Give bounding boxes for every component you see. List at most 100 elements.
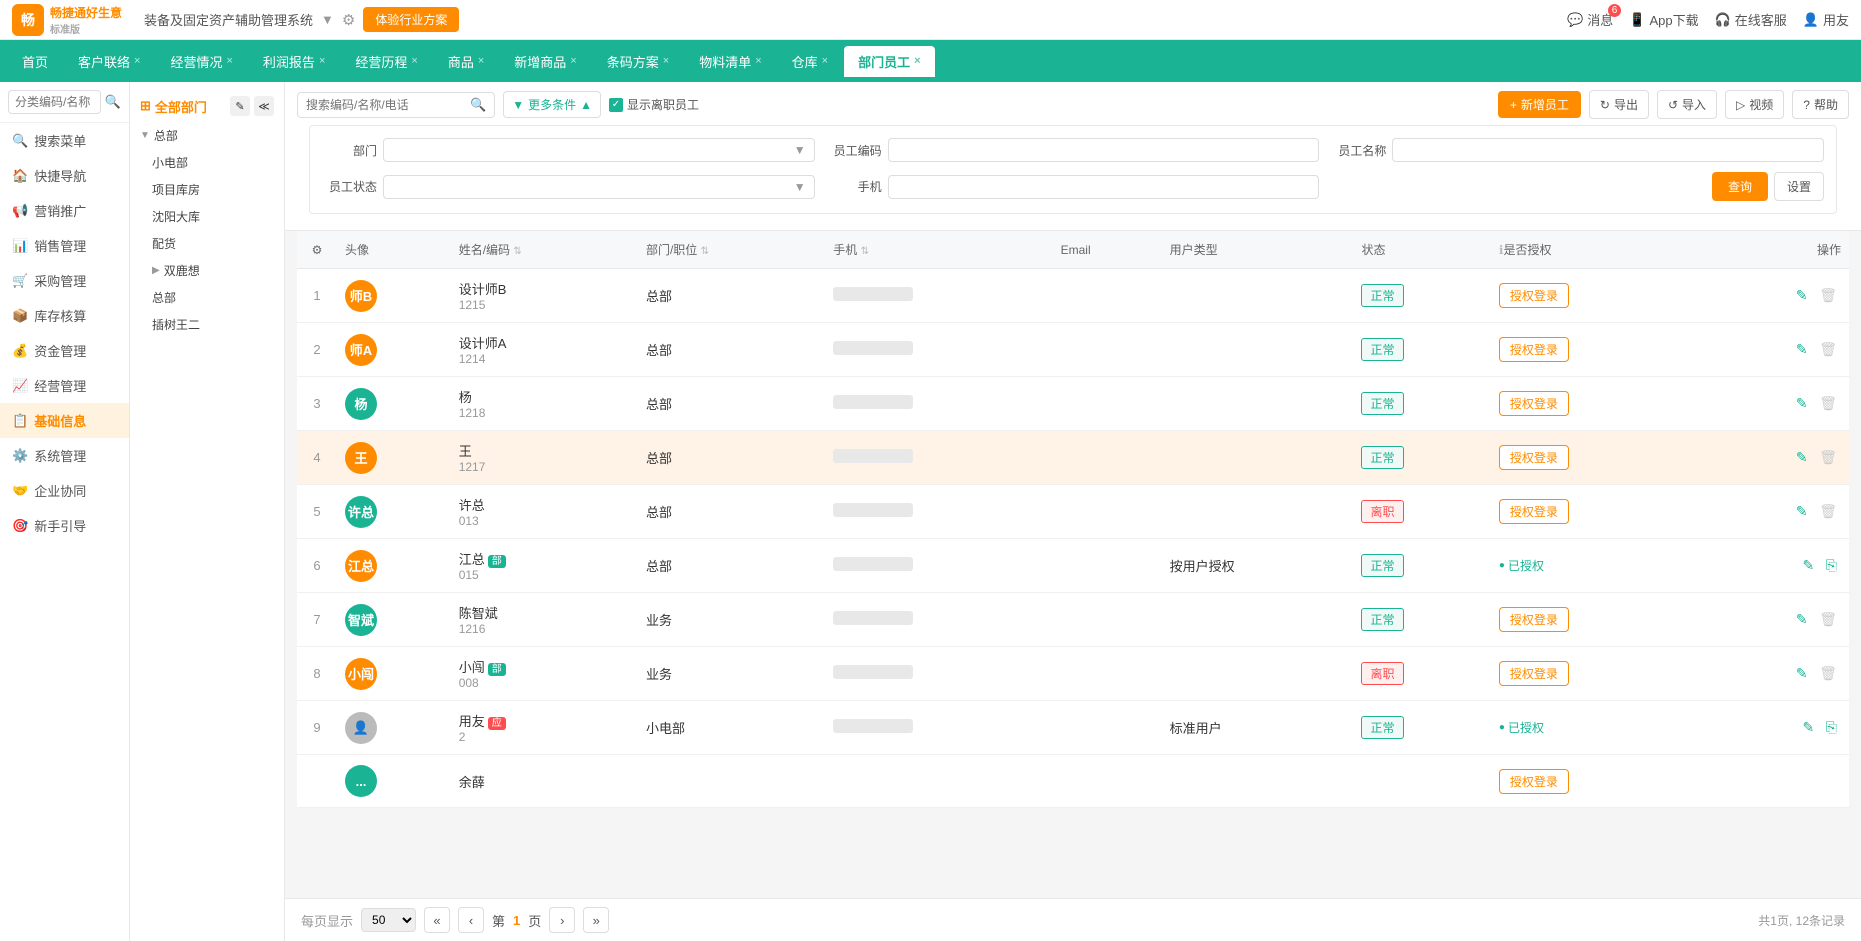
dept-select[interactable]: ▼	[383, 138, 815, 162]
close-icon[interactable]: ×	[914, 55, 920, 67]
app-download-btn[interactable]: 📱 App下载	[1629, 10, 1698, 29]
close-icon[interactable]: ×	[411, 55, 417, 67]
auth-button[interactable]: 授权登录	[1499, 499, 1569, 524]
edit-button[interactable]: ✎	[1798, 717, 1818, 738]
auth-button[interactable]: 授权登录	[1499, 337, 1569, 362]
dept-node-hq[interactable]: 总部	[130, 284, 284, 311]
more-filter-btn[interactable]: ▼ 更多条件 ▲	[503, 91, 601, 118]
col-dept[interactable]: 部门/职位 ⇅	[638, 231, 825, 269]
user-avatar[interactable]: 👤 用友	[1803, 10, 1849, 29]
delete-button[interactable]: 🗑	[1815, 285, 1841, 306]
settings-icon[interactable]: ⚙	[342, 11, 355, 29]
sidebar-item-purchase[interactable]: 🛒 采购管理	[0, 263, 129, 298]
set-button[interactable]: 设置	[1774, 172, 1824, 201]
tab-employees[interactable]: 部门员工 ×	[844, 46, 934, 77]
page-size-select[interactable]: 50 20 100	[361, 908, 416, 932]
dept-node-chashuwang[interactable]: 插树王二	[130, 311, 284, 338]
tab-barcode[interactable]: 条码方案 ×	[593, 46, 683, 77]
edit-button[interactable]: ✎	[1792, 393, 1812, 414]
delete-button[interactable]: 🗑	[1815, 609, 1841, 630]
query-button[interactable]: 查询	[1712, 172, 1768, 201]
last-page-btn[interactable]: »	[583, 907, 609, 933]
message-btn[interactable]: 💬 消息 6	[1567, 10, 1613, 29]
dept-node-shuanglu[interactable]: ▶ 双鹿想	[130, 257, 284, 284]
tab-goods[interactable]: 商品 ×	[434, 46, 498, 77]
dept-node-shenyang[interactable]: 沈阳大库	[130, 203, 284, 230]
edit-button[interactable]: ✎	[1792, 663, 1812, 684]
dept-node-distribution[interactable]: 配货	[130, 230, 284, 257]
online-service-btn[interactable]: 🎧 在线客服	[1715, 10, 1787, 29]
auth-button[interactable]: 授权登录	[1499, 391, 1569, 416]
close-icon[interactable]: ×	[570, 55, 576, 67]
close-icon[interactable]: ×	[319, 55, 325, 67]
delete-button[interactable]: 🗑	[1815, 447, 1841, 468]
sidebar-item-inventory[interactable]: 📦 库存核算	[0, 298, 129, 333]
dept-node-small-elec[interactable]: 小电部	[130, 149, 284, 176]
close-icon[interactable]: ×	[663, 55, 669, 67]
export-button[interactable]: ↻ 导出	[1589, 90, 1649, 119]
sidebar-item-system[interactable]: ⚙️ 系统管理	[0, 438, 129, 473]
copy-button[interactable]: ⎘	[1822, 555, 1841, 576]
close-icon[interactable]: ×	[226, 55, 232, 67]
import-button[interactable]: ↺ 导入	[1657, 90, 1717, 119]
dept-node-project[interactable]: 项目库房	[130, 176, 284, 203]
col-settings[interactable]: ⚙	[297, 231, 337, 269]
phone-input[interactable]	[888, 175, 1320, 199]
edit-button[interactable]: ✎	[1792, 339, 1812, 360]
close-icon[interactable]: ×	[134, 55, 140, 67]
experience-button[interactable]: 体验行业方案	[363, 7, 459, 32]
sidebar-item-operations[interactable]: 📈 经营管理	[0, 368, 129, 403]
search-input[interactable]	[306, 98, 466, 112]
edit-dept-btn[interactable]: ✎	[230, 96, 250, 116]
emp-code-input[interactable]	[888, 138, 1320, 162]
edit-button[interactable]: ✎	[1792, 501, 1812, 522]
dept-node-headquarters[interactable]: ▼ 总部	[130, 122, 284, 149]
tab-customer[interactable]: 客户联络 ×	[64, 46, 154, 77]
close-icon[interactable]: ×	[755, 55, 761, 67]
auth-button[interactable]: 授权登录	[1499, 445, 1569, 470]
tab-business[interactable]: 经营情况 ×	[156, 46, 246, 77]
dropdown-arrow[interactable]: ▼	[321, 12, 334, 27]
help-button[interactable]: ? 帮助	[1792, 90, 1849, 119]
first-page-btn[interactable]: «	[424, 907, 450, 933]
emp-name-input[interactable]	[1392, 138, 1824, 162]
sidebar-item-collab[interactable]: 🤝 企业协同	[0, 473, 129, 508]
tab-profit[interactable]: 利润报告 ×	[249, 46, 339, 77]
tab-home[interactable]: 首页	[8, 46, 62, 77]
sidebar-item-guide[interactable]: 🎯 新手引导	[0, 508, 129, 543]
emp-status-select[interactable]: ▼	[383, 175, 815, 199]
sidebar-search-input[interactable]	[8, 90, 101, 114]
close-icon[interactable]: ×	[478, 55, 484, 67]
auth-button[interactable]: 授权登录	[1499, 607, 1569, 632]
collapse-btn[interactable]: ≪	[254, 96, 274, 116]
tab-history[interactable]: 经营历程 ×	[341, 46, 431, 77]
delete-button[interactable]: 🗑	[1815, 663, 1841, 684]
tab-warehouse[interactable]: 仓库 ×	[778, 46, 842, 77]
delete-button[interactable]: 🗑	[1815, 339, 1841, 360]
edit-button[interactable]: ✎	[1792, 285, 1812, 306]
tab-new-goods[interactable]: 新增商品 ×	[500, 46, 590, 77]
show-leave-checkbox[interactable]: ✓	[609, 98, 623, 112]
edit-button[interactable]: ✎	[1792, 447, 1812, 468]
sidebar-item-nav[interactable]: 🏠 快捷导航	[0, 158, 129, 193]
next-page-btn[interactable]: ›	[549, 907, 575, 933]
add-employee-button[interactable]: + 新增员工	[1498, 91, 1581, 118]
auth-button[interactable]: 授权登录	[1499, 661, 1569, 686]
tab-bom[interactable]: 物料清单 ×	[685, 46, 775, 77]
auth-button[interactable]: 授权登录	[1499, 769, 1569, 794]
sidebar-item-marketing[interactable]: 📢 营销推广	[0, 193, 129, 228]
prev-page-btn[interactable]: ‹	[458, 907, 484, 933]
sidebar-item-finance[interactable]: 💰 资金管理	[0, 333, 129, 368]
sidebar-item-search[interactable]: 🔍 搜索菜单	[0, 123, 129, 158]
auth-button[interactable]: 授权登录	[1499, 283, 1569, 308]
edit-button[interactable]: ✎	[1792, 609, 1812, 630]
close-icon[interactable]: ×	[822, 55, 828, 67]
video-button[interactable]: ▷ 视频	[1725, 90, 1784, 119]
delete-button[interactable]: 🗑	[1815, 501, 1841, 522]
edit-button[interactable]: ✎	[1798, 555, 1818, 576]
sidebar-item-basic[interactable]: 📋 基础信息	[0, 403, 129, 438]
col-phone[interactable]: 手机 ⇅	[825, 231, 1052, 269]
delete-button[interactable]: 🗑	[1815, 393, 1841, 414]
sidebar-item-sales[interactable]: 📊 销售管理	[0, 228, 129, 263]
col-name[interactable]: 姓名/编码 ⇅	[451, 231, 638, 269]
